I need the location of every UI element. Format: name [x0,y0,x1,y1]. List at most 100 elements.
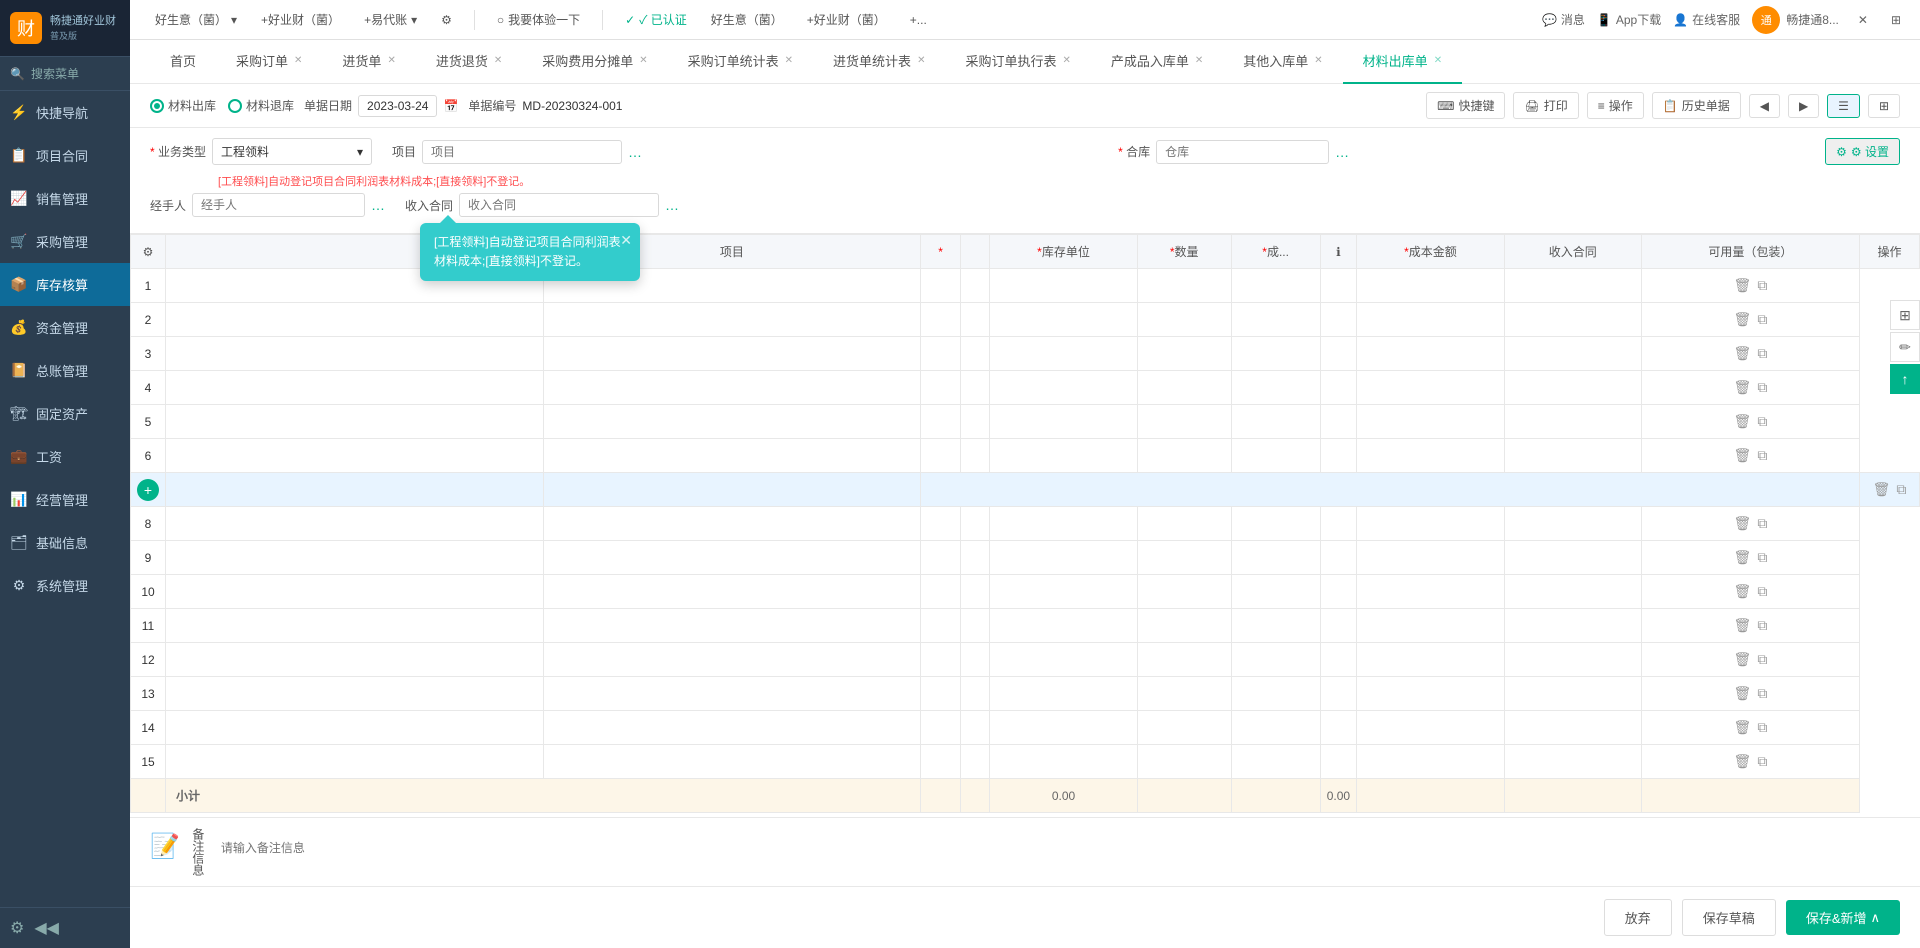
close-tab-inbound[interactable]: ✕ [387,55,395,66]
collapse-icon[interactable]: ◀◀ [34,918,59,938]
copy-row-12[interactable]: ⧉ [1757,651,1767,668]
delete-row-8[interactable]: 🗑 [1734,515,1752,532]
discard-button[interactable]: 放弃 [1604,899,1672,936]
close-tab-pos[interactable]: ✕ [785,55,793,66]
close-tab-mo[interactable]: ✕ [1434,55,1442,66]
settings-bottom-icon[interactable]: ⚙ [10,918,24,938]
income-contract-input[interactable] [459,193,659,217]
delete-row-9[interactable]: 🗑 [1734,549,1752,566]
warehouse-input[interactable] [1156,140,1329,164]
close-tab-fg[interactable]: ✕ [1195,55,1203,66]
copy-row-11[interactable]: ⧉ [1757,617,1767,634]
copy-row-9[interactable]: ⧉ [1757,549,1767,566]
topnav-experience[interactable]: ○ 我要体验一下 [487,4,590,36]
delete-row-10[interactable]: 🗑 [1734,583,1752,600]
topnav-settings[interactable]: ⚙ [431,4,462,36]
delete-row-11[interactable]: 🗑 [1734,617,1752,634]
radio-material-out[interactable]: 材料出库 [150,97,216,114]
sidebar-item-xiangmu[interactable]: 📋 项目合同 [0,134,130,177]
right-btn-2[interactable]: ✏ [1890,332,1920,362]
copy-row-1[interactable]: ⧉ [1757,277,1767,294]
tab-inbound-return[interactable]: 进货退货 ✕ [416,40,522,84]
business-type-select[interactable]: 工程领料 ▾ [212,138,372,165]
sidebar-item-zhangwu[interactable]: 📔 总账管理 [0,349,130,392]
sidebar-item-jichu[interactable]: 🗂 基础信息 [0,521,130,564]
sidebar-item-gongzi[interactable]: 💼 工资 [0,435,130,478]
close-tab-pe[interactable]: ✕ [639,55,647,66]
delete-row-4[interactable]: 🗑 [1734,379,1752,396]
sidebar-item-kuaijie[interactable]: ⚡ 快捷导航 [0,91,130,134]
topnav-haoshengyi[interactable]: 好生意（菌） ▾ [145,4,247,36]
close-tab-po[interactable]: ✕ [294,55,302,66]
sidebar-item-xiaoshou[interactable]: 📈 销售管理 [0,177,130,220]
sidebar-item-jingying[interactable]: 📊 经营管理 [0,478,130,521]
history-docs-button[interactable]: 📋 历史单据 [1652,92,1741,119]
close-topbar-icon[interactable]: ✕ [1854,9,1872,31]
new-row-input-1[interactable] [550,483,915,497]
copy-row-10[interactable]: ⧉ [1757,583,1767,600]
copy-row-8[interactable]: ⧉ [1757,515,1767,532]
tab-home[interactable]: 首页 [150,40,216,84]
tab-po-stats[interactable]: 采购订单统计表 ✕ [668,40,813,84]
agent-input[interactable] [192,193,365,217]
tab-inbound-stats[interactable]: 进货单统计表 ✕ [813,40,945,84]
print-button[interactable]: 🖨 打印 [1513,92,1578,119]
topnav-appdownload[interactable]: 📱 App下载 [1597,11,1661,28]
topnav-more[interactable]: +... [900,4,937,36]
sidebar-item-xitong[interactable]: ⚙ 系统管理 [0,564,130,607]
sidebar-item-gudingzichan[interactable]: 🏗 固定资产 [0,392,130,435]
delete-row-3[interactable]: 🗑 [1734,345,1752,362]
calendar-icon[interactable]: 📅 [443,99,458,113]
right-btn-1[interactable]: ⊞ [1890,300,1920,330]
new-row-input-0[interactable] [172,483,537,497]
close-tab-oi[interactable]: ✕ [1314,55,1322,66]
close-tab-ir[interactable]: ✕ [494,55,502,66]
sidebar-search[interactable]: 🔍 搜索菜单 [0,57,130,91]
new-row-col0[interactable] [166,473,544,507]
sidebar-item-zijin[interactable]: 💰 资金管理 [0,306,130,349]
sidebar-item-kucun[interactable]: 📦 库存核算 [0,263,130,306]
copy-row-14[interactable]: ⧉ [1757,719,1767,736]
save-and-new-button[interactable]: 保存&新增 ∧ [1786,900,1900,935]
tab-inbound[interactable]: 进货单 ✕ [322,40,415,84]
topnav-haoyecai2[interactable]: +好业财（菌） [797,4,896,36]
right-btn-3[interactable]: ↑ [1890,364,1920,394]
add-row-button[interactable]: + [137,479,159,501]
delete-row-6[interactable]: 🗑 [1734,447,1752,464]
copy-row-6[interactable]: ⧉ [1757,447,1767,464]
delete-new-row[interactable]: 🗑 [1873,481,1891,498]
agent-dots-icon[interactable]: … [371,197,385,213]
copy-row-5[interactable]: ⧉ [1757,413,1767,430]
date-value[interactable]: 2023-03-24 [358,95,437,117]
restore-topbar-icon[interactable]: ⊞ [1887,9,1905,31]
remarks-input[interactable] [221,828,1900,868]
th-settings[interactable]: ⚙ [131,235,166,269]
topnav-haoshengyi2[interactable]: 好生意（菌） [701,4,793,36]
radio-material-back[interactable]: 材料退库 [228,97,294,114]
project-dots-icon[interactable]: … [628,144,642,160]
tab-finished-goods[interactable]: 产成品入库单 ✕ [1091,40,1223,84]
tab-purchaseorder[interactable]: 采购订单 ✕ [216,40,322,84]
tab-other-inbound[interactable]: 其他入库单 ✕ [1223,40,1342,84]
copy-row-3[interactable]: ⧉ [1757,345,1767,362]
copy-row-4[interactable]: ⧉ [1757,379,1767,396]
topnav-haoyecai[interactable]: +好业财（菌） [251,4,350,36]
delete-row-14[interactable]: 🗑 [1734,719,1752,736]
save-draft-button[interactable]: 保存草稿 [1682,899,1776,936]
close-tooltip-icon[interactable]: ✕ [620,229,632,251]
save-new-dropdown-icon[interactable]: ∧ [1870,910,1880,926]
warehouse-dots-icon[interactable]: … [1335,144,1349,160]
form-settings-button[interactable]: ⚙ ⚙ 设置 [1825,138,1900,165]
delete-row-2[interactable]: 🗑 [1734,311,1752,328]
quickkey-button[interactable]: ⌨ 快捷键 [1426,92,1505,119]
prev-doc-button[interactable]: ◀ [1749,94,1780,118]
copy-new-row[interactable]: ⧉ [1896,481,1906,498]
delete-row-1[interactable]: 🗑 [1734,277,1752,294]
close-tab-poe[interactable]: ✕ [1062,55,1070,66]
project-input[interactable] [422,140,622,164]
copy-row-2[interactable]: ⧉ [1757,311,1767,328]
topnav-message[interactable]: 💬 消息 [1542,11,1585,28]
next-doc-button[interactable]: ▶ [1788,94,1819,118]
tab-purchase-expense[interactable]: 采购费用分摊单 ✕ [522,40,667,84]
delete-row-5[interactable]: 🗑 [1734,413,1752,430]
